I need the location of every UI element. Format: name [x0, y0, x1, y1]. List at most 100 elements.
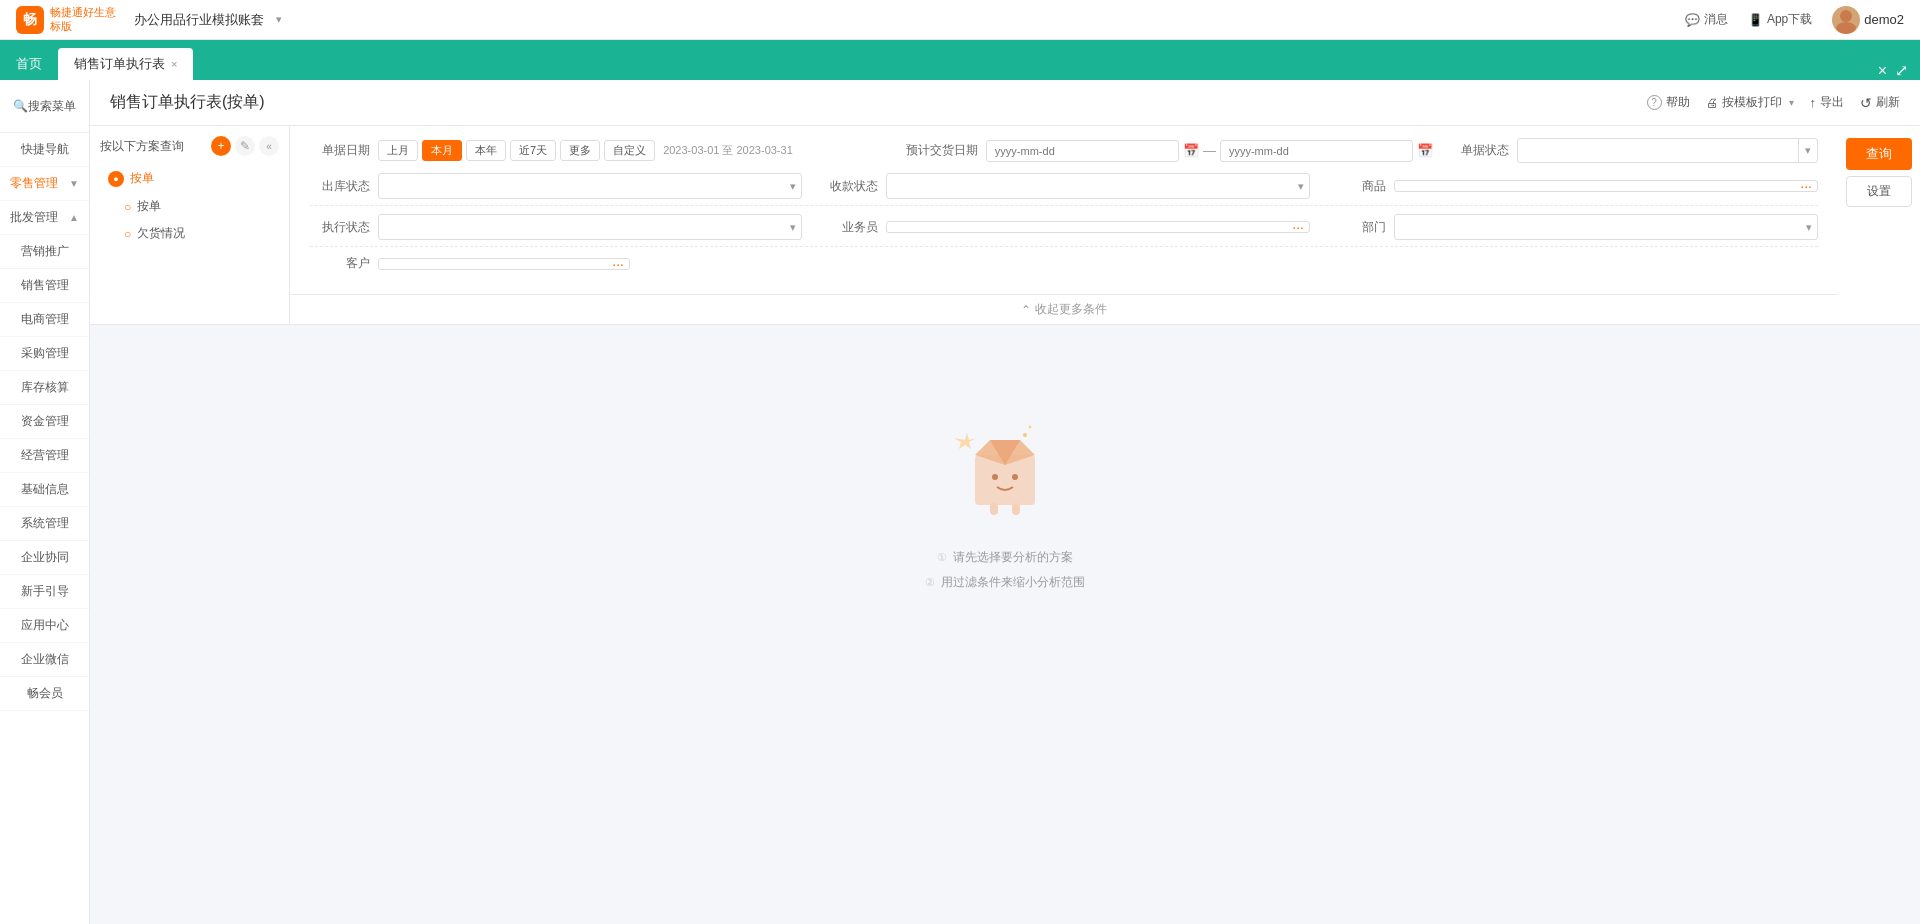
- forecast-date-end-icon[interactable]: 📅: [1417, 143, 1433, 158]
- tab-home[interactable]: 首页: [0, 48, 58, 80]
- logo-initial: 畅: [23, 11, 37, 29]
- empty-hint2-text: 用过滤条件来缩小分析范围: [941, 574, 1085, 591]
- scheme-sub-item-order[interactable]: ○ 按单: [100, 193, 279, 220]
- customer-dots-icon[interactable]: ···: [612, 256, 624, 272]
- sidebar-item-system-label: 系统管理: [21, 515, 69, 532]
- date-btn-more[interactable]: 更多: [560, 140, 600, 161]
- sidebar-item-quick-nav[interactable]: 快捷导航: [0, 133, 89, 167]
- sidebar-item-inventory[interactable]: 库存核算: [0, 371, 89, 405]
- filter-area: 单据日期 上月 本月 本年 近7天 更多 自定义 2023-03-01 至 20…: [290, 126, 1838, 324]
- search-menu-label: 搜索菜单: [28, 98, 76, 115]
- scheme-item-order[interactable]: ● 按单: [100, 164, 279, 193]
- collapse-more-bar[interactable]: ⌃ 收起更多条件: [290, 294, 1838, 324]
- tab-close-icon[interactable]: ×: [171, 58, 177, 70]
- sidebar-item-operation[interactable]: 经营管理: [0, 439, 89, 473]
- salesperson-multi-select[interactable]: ···: [886, 221, 1310, 233]
- sidebar-item-marketing[interactable]: 营销推广: [0, 235, 89, 269]
- customer-input[interactable]: [378, 258, 630, 270]
- sidebar-item-sales-label: 销售管理: [21, 277, 69, 294]
- logo-text: 畅捷通好生意 标版: [50, 6, 116, 32]
- title-dropdown-icon[interactable]: ▾: [276, 13, 282, 26]
- sidebar-item-appstore[interactable]: 应用中心: [0, 609, 89, 643]
- goods-multi-select[interactable]: ···: [1394, 180, 1818, 192]
- help-action[interactable]: ? 帮助: [1647, 94, 1690, 111]
- user-profile[interactable]: demo2: [1832, 6, 1904, 34]
- search-area: 按以下方案查询 + ✎ « ● 按单 ○ 按单 ○ 欠货: [90, 126, 1920, 325]
- forecast-date-end-input[interactable]: [1220, 140, 1413, 162]
- sidebar-item-purchase[interactable]: 采购管理: [0, 337, 89, 371]
- doc-status-select[interactable]: ▾: [1517, 138, 1818, 163]
- scheme-collapse-btn[interactable]: «: [259, 136, 279, 156]
- query-button[interactable]: 查询: [1846, 138, 1912, 170]
- sidebar-item-newbie[interactable]: 新手引导: [0, 575, 89, 609]
- date-btn-this-year[interactable]: 本年: [466, 140, 506, 161]
- search-menu-item[interactable]: 🔍 搜索菜单: [8, 88, 81, 124]
- sidebar-item-sales[interactable]: 销售管理: [0, 269, 89, 303]
- date-btn-custom[interactable]: 自定义: [604, 140, 655, 161]
- date-btn-last-month[interactable]: 上月: [378, 140, 418, 161]
- exec-status-select-input[interactable]: [378, 214, 802, 240]
- sidebar-item-ecommerce[interactable]: 电商管理: [0, 303, 89, 337]
- dept-select[interactable]: [1394, 214, 1818, 240]
- refresh-action[interactable]: ↺ 刷新: [1860, 94, 1900, 111]
- sidebar-item-enterprise[interactable]: 企业协同: [0, 541, 89, 575]
- customer-multi-select[interactable]: ···: [378, 258, 630, 270]
- message-icon: 💬: [1685, 13, 1700, 27]
- app-download-action[interactable]: 📱 App下载: [1748, 11, 1812, 28]
- customer-label: 客户: [310, 255, 370, 272]
- payment-status-label: 收款状态: [818, 178, 878, 195]
- payment-status-select[interactable]: [886, 173, 1310, 199]
- sidebar-item-system[interactable]: 系统管理: [0, 507, 89, 541]
- dept-select-input[interactable]: [1394, 214, 1818, 240]
- filter-forecast-date: 预计交货日期 📅 — 📅: [906, 140, 1433, 162]
- date-btn-last7[interactable]: 近7天: [510, 140, 556, 161]
- retail-arrow-icon: ▼: [69, 178, 79, 189]
- filter-panel: 单据日期 上月 本月 本年 近7天 更多 自定义 2023-03-01 至 20…: [290, 126, 1838, 294]
- help-icon: ?: [1647, 95, 1662, 110]
- payment-status-select-input[interactable]: [886, 173, 1310, 199]
- delivery-status-select[interactable]: [378, 173, 802, 199]
- window-expand-icon[interactable]: ⤢: [1895, 61, 1908, 80]
- sidebar-item-marketing-label: 营销推广: [21, 243, 69, 260]
- sidebar-item-operation-label: 经营管理: [21, 447, 69, 464]
- delivery-status-select-input[interactable]: [378, 173, 802, 199]
- sidebar-item-finance[interactable]: 资金管理: [0, 405, 89, 439]
- salesperson-dots-icon[interactable]: ···: [1292, 219, 1304, 235]
- scheme-add-btn[interactable]: +: [211, 136, 231, 156]
- goods-input[interactable]: [1394, 180, 1818, 192]
- sidebar-item-wechat[interactable]: 企业微信: [0, 643, 89, 677]
- refresh-label: 刷新: [1876, 94, 1900, 111]
- svg-point-1: [1836, 22, 1856, 34]
- print-action[interactable]: 🖨 按模板打印 ▾: [1706, 94, 1794, 111]
- scheme-edit-btn[interactable]: ✎: [235, 136, 255, 156]
- forecast-date-start-input[interactable]: [986, 140, 1179, 162]
- goods-dots-icon[interactable]: ···: [1800, 178, 1812, 194]
- salesperson-input[interactable]: [886, 221, 1310, 233]
- empty-hint2-num: ②: [925, 576, 935, 589]
- export-action[interactable]: ↑ 导出: [1810, 94, 1845, 111]
- sidebar-item-wholesale[interactable]: 批发管理 ▲: [0, 201, 89, 235]
- sidebar-item-retail[interactable]: 零售管理 ▼: [0, 167, 89, 201]
- tab-sales-order[interactable]: 销售订单执行表 ×: [58, 48, 193, 80]
- logo-text-line1: 畅捷通好生意: [50, 6, 116, 19]
- message-action[interactable]: 💬 消息: [1685, 11, 1728, 28]
- sidebar-item-enterprise-label: 企业协同: [21, 549, 69, 566]
- date-btn-this-month[interactable]: 本月: [422, 140, 462, 161]
- scheme-sub-item-arrears[interactable]: ○ 欠货情况: [100, 220, 279, 247]
- sidebar-item-member[interactable]: 畅会员: [0, 677, 89, 711]
- doc-status-arrow-icon[interactable]: ▾: [1798, 139, 1817, 162]
- sidebar-item-ecommerce-label: 电商管理: [21, 311, 69, 328]
- exec-status-select[interactable]: [378, 214, 802, 240]
- filter-row-4: 客户 ···: [310, 255, 1818, 272]
- filter-salesperson: 业务员 ···: [818, 219, 1310, 236]
- logo-text-line2: 标版: [50, 20, 116, 33]
- setting-button[interactable]: 设置: [1846, 176, 1912, 207]
- filter-row-3: 执行状态 业务员 ···: [310, 214, 1818, 247]
- app-download-label: App下载: [1767, 11, 1812, 28]
- forecast-date-start-icon[interactable]: 📅: [1183, 143, 1199, 158]
- svg-rect-5: [990, 503, 998, 515]
- sidebar-item-inventory-label: 库存核算: [21, 379, 69, 396]
- sidebar-item-basic[interactable]: 基础信息: [0, 473, 89, 507]
- tab-home-label: 首页: [16, 55, 42, 73]
- window-close-icon[interactable]: ×: [1878, 62, 1887, 80]
